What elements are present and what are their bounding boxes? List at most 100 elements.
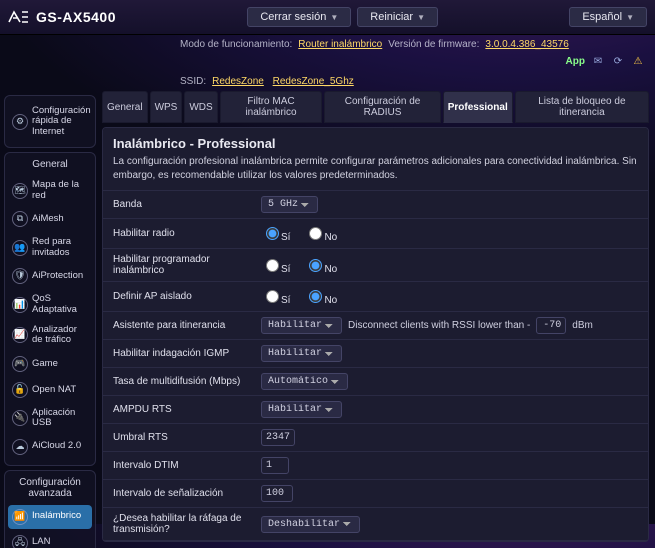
tab-3[interactable]: Filtro MAC inalámbrico [220,91,323,123]
beacon-input[interactable] [261,485,293,502]
ssid-link-1[interactable]: RedesZone [212,76,264,87]
sidebar-general-item-label-8: Aplicación USB [32,408,88,429]
row-band: Banda 5 GHz [103,191,648,219]
sidebar-general-item-icon-5: 📈 [12,327,28,343]
sidebar-advanced-item-1[interactable]: 🖧 LAN [8,531,92,548]
brand-block: GS-AX5400 [8,9,116,25]
ssid-link-2[interactable]: RedesZone_5Ghz [273,76,354,87]
row-scheduler: Habilitar programador inalámbrico Sí No [103,249,648,282]
sidebar-general-item-5[interactable]: 📈Analizador de tráfico [8,321,92,350]
sidebar-general-item-0[interactable]: 🗺Mapa de la red [8,176,92,205]
tab-4[interactable]: Configuración de RADIUS [324,91,440,123]
sidebar-general-item-1[interactable]: ⧉ AiMesh [8,207,92,231]
sidebar-general-item-icon-0: 🗺 [12,183,28,199]
sched-yes[interactable]: Sí [261,256,290,275]
gear-icon: ⚙ [12,114,28,130]
sidebar-general-item-icon-2: 👥 [12,240,28,256]
sidebar-general-item-8[interactable]: 🔌Aplicación USB [8,404,92,433]
sidebar-advanced-item-label-1: LAN [32,537,50,547]
top-bar: GS-AX5400 Cerrar sesión▼ Reiniciar▼ Espa… [0,0,655,35]
row-enable-radio: Habilitar radio Sí No [103,219,648,249]
isolated-yes[interactable]: Sí [261,287,290,306]
sidebar-general: General 🗺Mapa de la red⧉AiMesh👥Red para … [4,152,96,465]
sidebar-general-item-label-9: AiCloud 2.0 [32,441,81,451]
tab-2[interactable]: WDS [184,91,217,123]
isolated-no[interactable]: No [304,287,337,306]
sidebar-advanced-item-0[interactable]: 📶Inalámbrico [8,505,92,529]
ssid-label: SSID: [180,76,206,87]
sidebar-advanced-item-label-0: Inalámbrico [32,511,81,521]
roaming-select[interactable]: Habilitar [261,317,342,334]
txburst-select[interactable]: Deshabilitar [261,516,360,533]
sched-no[interactable]: No [304,256,337,275]
sidebar-general-item-4[interactable]: 📊QoS Adaptativa [8,290,92,319]
sidebar-general-title: General [8,157,92,174]
main-panel: GeneralWPSWDSFiltro MAC inalámbricoConfi… [100,89,655,548]
sidebar-general-item-icon-6: 🎮 [12,356,28,372]
model-name: GS-AX5400 [36,9,116,25]
logout-button[interactable]: Cerrar sesión▼ [247,7,351,27]
sidebar-general-item-9[interactable]: ☁ AiCloud 2.0 [8,435,92,459]
radio-yes[interactable]: Sí [261,224,290,243]
row-roaming-assist: Asistente para itinerancia Habilitar Dis… [103,312,648,340]
dtim-input[interactable] [261,457,289,474]
fw-label: Versión de firmware: [388,39,479,50]
row-wmm: Habilitar WMM Habilitar [103,541,648,542]
row-ap-isolated: Definir AP aislado Sí No [103,282,648,312]
sidebar-general-item-6[interactable]: 🎮 Game [8,352,92,376]
sidebar-general-item-icon-9: ☁ [12,439,28,455]
sidebar-general-item-7[interactable]: 🔓Open NAT [8,378,92,402]
sidebar-general-item-label-5: Analizador de tráfico [32,325,88,346]
feedback-icon[interactable]: ✉ [591,54,605,68]
sidebar-advanced: Configuración avanzada 📶Inalámbrico🖧LAN🌐… [4,470,96,548]
sidebar-general-item-2[interactable]: 👥Red para invitados [8,233,92,262]
chevron-down-icon: ▼ [330,13,338,22]
app-badge[interactable]: App [566,56,585,67]
roaming-rssi-input[interactable] [536,317,566,334]
sidebar-general-item-label-3: AiProtection [32,271,83,281]
sidebar-general-item-label-0: Mapa de la red [32,180,88,201]
op-mode-link[interactable]: Router inalámbrico [298,39,382,50]
sidebar-general-item-label-2: Red para invitados [32,237,88,258]
reboot-button[interactable]: Reiniciar▼ [357,7,438,27]
igmp-select[interactable]: Habilitar [261,345,342,362]
radio-no[interactable]: No [304,224,337,243]
rts-threshold-input[interactable] [261,429,295,446]
settings-rows: Banda 5 GHz Habilitar radio Sí No Habili… [103,190,648,542]
sidebar-advanced-title: Configuración avanzada [8,475,92,503]
fw-link[interactable]: 3.0.0.4.386_43576 [485,39,568,50]
row-rts-threshold: Umbral RTS [103,424,648,452]
sidebar-general-item-3[interactable]: 🛡AiProtection [8,264,92,288]
panel-description: La configuración profesional inalámbrica… [103,155,648,190]
restart-icon[interactable]: ⟳ [611,54,625,68]
language-selector[interactable]: Español▼ [569,7,647,27]
sidebar-general-item-icon-1: ⧉ [12,211,28,227]
tab-6[interactable]: Lista de bloqueo de itinerancia [515,91,649,123]
row-igmp: Habilitar indagación IGMP Habilitar [103,340,648,368]
ampdu-rts-select[interactable]: Habilitar [261,401,342,418]
roaming-text: Disconnect clients with RSSI lower than … [348,320,530,331]
row-beacon: Intervalo de señalización [103,480,648,508]
row-tx-burst: ¿Desea habilitar la ráfaga de transmisió… [103,508,648,541]
tab-1[interactable]: WPS [150,91,183,123]
op-mode-label: Modo de funcionamiento: [180,39,292,50]
multicast-select[interactable]: Automático [261,373,348,390]
sidebar-general-item-label-6: Game [32,359,58,369]
sidebar-general-item-icon-4: 📊 [12,297,28,313]
tabs-bar: GeneralWPSWDSFiltro MAC inalámbricoConfi… [102,91,649,123]
sidebar-quick-label: Configuración rápida de Internet [32,106,91,137]
tab-0[interactable]: General [102,91,148,123]
sidebar-general-item-label-4: QoS Adaptativa [32,294,88,315]
info-line: Modo de funcionamiento: Router inalámbri… [0,35,655,89]
row-ampdu-rts: AMPDU RTS Habilitar [103,396,648,424]
sidebar-general-item-icon-8: 🔌 [12,410,28,426]
status-icon[interactable]: ⚠ [631,54,645,68]
sidebar-general-item-icon-7: 🔓 [12,382,28,398]
sidebar-quick-setup[interactable]: ⚙ Configuración rápida de Internet [4,95,96,148]
roaming-unit: dBm [572,320,593,331]
tab-5[interactable]: Professional [443,91,513,123]
sidebar-general-item-label-1: AiMesh [32,214,64,224]
row-dtim: Intervalo DTIM [103,452,648,480]
sidebar-advanced-item-icon-1: 🖧 [12,535,28,548]
band-select[interactable]: 5 GHz [261,196,318,213]
